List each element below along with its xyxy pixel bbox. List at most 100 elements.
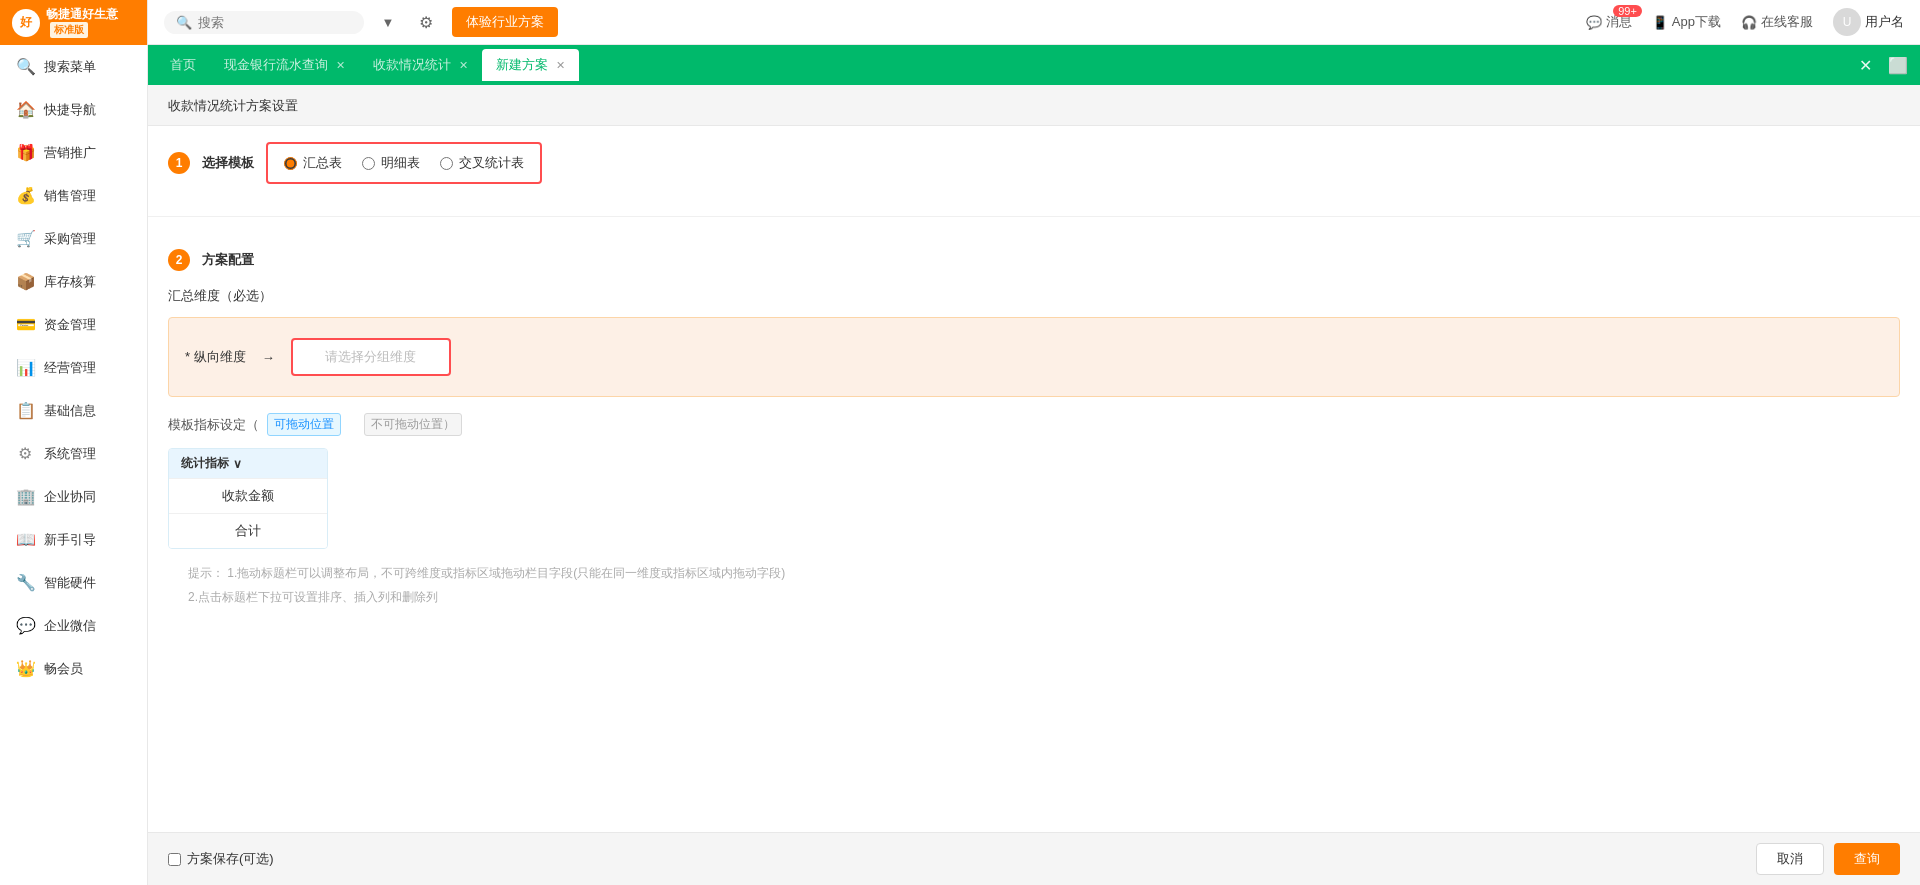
sidebar-item-inventory[interactable]: 📦 库存核算	[0, 260, 147, 303]
inventory-icon: 📦	[16, 272, 34, 291]
online-service-label: 在线客服	[1761, 13, 1813, 31]
metrics-group-body: 收款金额 合计	[169, 478, 327, 548]
sidebar-item-basic-info[interactable]: 📋 基础信息	[0, 389, 147, 432]
sidebar-item-label: 新手引导	[44, 531, 96, 549]
message-icon: 💬	[1586, 15, 1602, 30]
tab-bank-flow[interactable]: 现金银行流水查询 ✕	[210, 49, 359, 81]
sales-icon: 💰	[16, 186, 34, 205]
header-right: 💬 消息 99+ 📱 App下载 🎧 在线客服 U 用户名	[1586, 8, 1904, 36]
tip-line2: 2.点击标题栏下拉可设置排序、插入列和删除列	[188, 585, 1880, 609]
avatar: U	[1833, 8, 1861, 36]
content-area: 收款情况统计方案设置 1 选择模板 汇总表 明细表	[148, 85, 1920, 885]
radio-cross[interactable]: 交叉统计表	[440, 154, 524, 172]
radio-detail-label[interactable]: 明细表	[381, 154, 420, 172]
search-box[interactable]: 🔍	[164, 11, 364, 34]
member-icon: 👑	[16, 659, 34, 678]
dimension-select[interactable]: 请选择分组维度	[291, 338, 451, 376]
sidebar-item-member[interactable]: 👑 畅会员	[0, 647, 147, 690]
tab-collection-stats-close[interactable]: ✕	[459, 59, 468, 72]
sidebar-item-enterprise[interactable]: 🏢 企业协同	[0, 475, 147, 518]
radio-cross-label[interactable]: 交叉统计表	[459, 154, 524, 172]
sidebar-item-finance[interactable]: 💳 资金管理	[0, 303, 147, 346]
tab-close-all-icon[interactable]: ✕	[1855, 52, 1876, 79]
sidebar-item-business[interactable]: 📊 经营管理	[0, 346, 147, 389]
message-btn[interactable]: 💬 消息 99+	[1586, 13, 1632, 31]
radio-summary-input[interactable]	[284, 157, 297, 170]
system-icon: ⚙	[16, 444, 34, 463]
online-service-icon: 🎧	[1741, 15, 1757, 30]
template-selection-box: 汇总表 明细表 交叉统计表	[266, 142, 542, 184]
tab-new-plan[interactable]: 新建方案 ✕	[482, 49, 579, 81]
bottom-buttons: 取消 查询	[1756, 843, 1900, 875]
username-label: 用户名	[1865, 13, 1904, 31]
sidebar-item-label: 采购管理	[44, 230, 96, 248]
save-option-checkbox[interactable]	[168, 853, 181, 866]
app-download-btn[interactable]: 📱 App下载	[1652, 13, 1721, 31]
metrics-section: 模板指标设定（ 可拖动位置 不可拖动位置） 统计指标 ∨	[168, 413, 1900, 549]
radio-summary[interactable]: 汇总表	[284, 154, 342, 172]
sidebar-item-label: 库存核算	[44, 273, 96, 291]
sidebar-item-marketing[interactable]: 🎁 营销推广	[0, 131, 147, 174]
dimension-section: 汇总维度（必选） * 纵向维度 → 请选择分组维度	[168, 287, 1900, 397]
online-service-btn[interactable]: 🎧 在线客服	[1741, 13, 1813, 31]
sidebar-item-label: 企业微信	[44, 617, 96, 635]
save-option-label[interactable]: 方案保存(可选)	[187, 850, 274, 868]
search-icon: 🔍	[176, 15, 192, 30]
purchase-icon: 🛒	[16, 229, 34, 248]
sidebar-item-label: 智能硬件	[44, 574, 96, 592]
sidebar-item-wechat[interactable]: 💬 企业微信	[0, 604, 147, 647]
page-title: 收款情况统计方案设置	[148, 85, 1920, 126]
tab-maximize-icon[interactable]: ⬜	[1884, 52, 1912, 79]
sidebar-item-label: 基础信息	[44, 402, 96, 420]
sidebar-item-purchase[interactable]: 🛒 采购管理	[0, 217, 147, 260]
tab-home-label: 首页	[170, 56, 196, 74]
tips-section: 提示： 1.拖动标题栏可以调整布局，不可跨维度或指标区域拖动栏目字段(只能在同一…	[168, 549, 1900, 621]
settings-icon[interactable]: ⚙	[412, 8, 440, 36]
search-input[interactable]	[198, 15, 338, 30]
radio-detail[interactable]: 明细表	[362, 154, 420, 172]
radio-cross-input[interactable]	[440, 157, 453, 170]
save-option: 方案保存(可选)	[168, 850, 274, 868]
hardware-icon: 🔧	[16, 573, 34, 592]
tab-collection-stats[interactable]: 收款情况统计 ✕	[359, 49, 482, 81]
tab-bank-flow-close[interactable]: ✕	[336, 59, 345, 72]
logo-icon: 好	[12, 9, 40, 37]
finance-icon: 💳	[16, 315, 34, 334]
divider1	[148, 216, 1920, 217]
sidebar-item-sales[interactable]: 💰 销售管理	[0, 174, 147, 217]
guide-icon: 📖	[16, 530, 34, 549]
drag-tag: 可拖动位置	[267, 413, 341, 436]
tab-bar: 首页 现金银行流水查询 ✕ 收款情况统计 ✕ 新建方案 ✕ ✕ ⬜	[148, 45, 1920, 85]
dimension-arrow: →	[262, 350, 275, 365]
metrics-item-label: 合计	[235, 522, 261, 540]
query-button[interactable]: 查询	[1834, 843, 1900, 875]
sidebar-item-system[interactable]: ⚙ 系统管理	[0, 432, 147, 475]
sidebar-item-label: 营销推广	[44, 144, 96, 162]
metrics-item-collection-amount: 收款金额	[169, 478, 327, 513]
sidebar-item-label: 快捷导航	[44, 101, 96, 119]
tab-home[interactable]: 首页	[156, 49, 210, 81]
tab-new-plan-close[interactable]: ✕	[556, 59, 565, 72]
user-avatar[interactable]: U 用户名	[1833, 8, 1904, 36]
no-drag-tag: 不可拖动位置）	[364, 413, 462, 436]
industry-btn[interactable]: 体验行业方案	[452, 7, 558, 37]
version-badge: 标准版	[50, 22, 88, 38]
sidebar-item-guide[interactable]: 📖 新手引导	[0, 518, 147, 561]
sidebar-item-hardware[interactable]: 🔧 智能硬件	[0, 561, 147, 604]
dimension-title: 汇总维度（必选）	[168, 287, 1900, 305]
sidebar-item-search-menu[interactable]: 🔍 搜索菜单	[0, 45, 147, 88]
sidebar-item-quick-nav[interactable]: 🏠 快捷导航	[0, 88, 147, 131]
message-badge: 99+	[1613, 5, 1642, 17]
tab-collection-stats-label: 收款情况统计	[373, 56, 451, 74]
search-dropdown-icon[interactable]: ▼	[376, 10, 400, 34]
radio-summary-label[interactable]: 汇总表	[303, 154, 342, 172]
dimension-area: * 纵向维度 → 请选择分组维度	[168, 317, 1900, 397]
wechat-icon: 💬	[16, 616, 34, 635]
tip-line1: 提示： 1.拖动标题栏可以调整布局，不可跨维度或指标区域拖动栏目字段(只能在同一…	[188, 561, 1880, 585]
metrics-sep	[349, 417, 356, 432]
enterprise-icon: 🏢	[16, 487, 34, 506]
metrics-header: 模板指标设定（ 可拖动位置 不可拖动位置）	[168, 413, 1900, 436]
cancel-button[interactable]: 取消	[1756, 843, 1824, 875]
metrics-dropdown-icon[interactable]: ∨	[233, 457, 242, 471]
radio-detail-input[interactable]	[362, 157, 375, 170]
